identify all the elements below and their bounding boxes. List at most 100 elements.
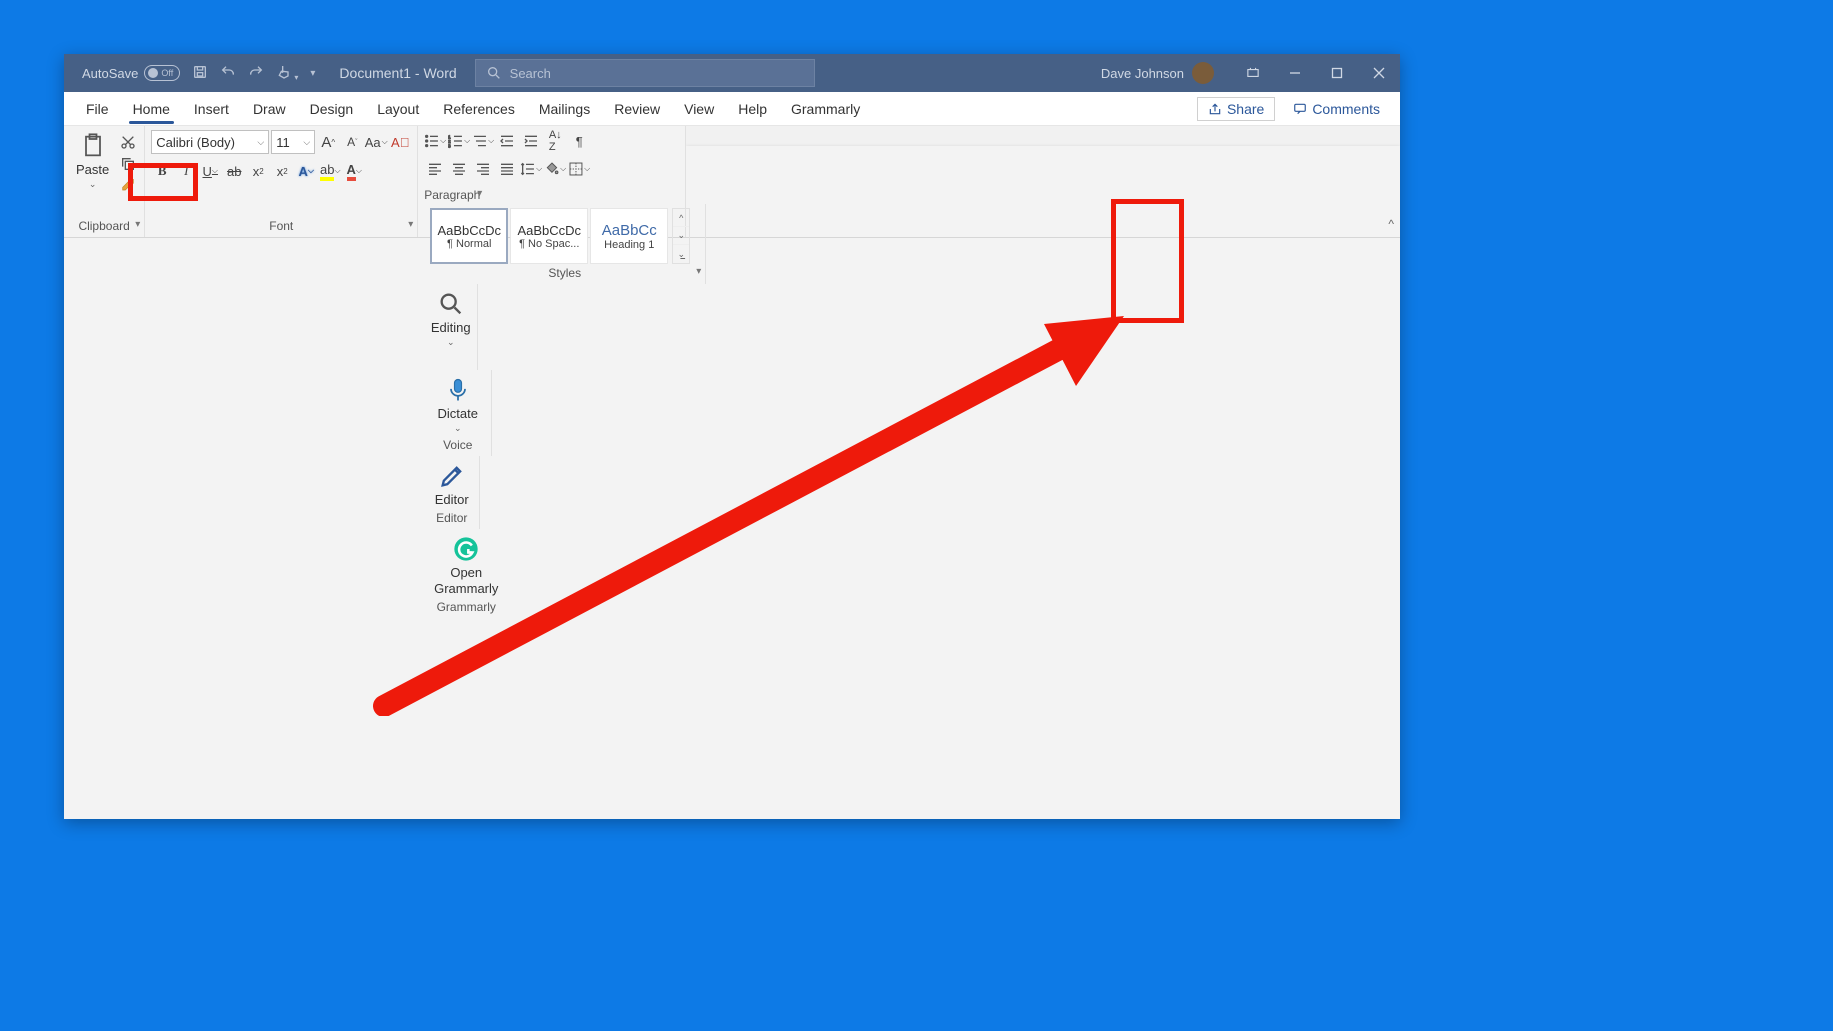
document-canvas[interactable] [686,126,1400,146]
dictate-button[interactable]: Dictate ⌄ [432,374,484,436]
ribbon: Paste ⌄ Clipboard ▾ Calibri (Body)⌵ 11⌵ A… [64,126,1400,238]
styles-scroll-down[interactable]: ⌄ [673,227,689,245]
tab-references[interactable]: References [431,92,527,126]
font-size-combo[interactable]: 11⌵ [271,130,315,154]
styles-dialog-launcher[interactable]: ▾ [696,266,701,277]
paragraph-group-label: Paragraph [424,188,480,202]
search-box[interactable] [475,59,815,87]
word-app-window: AutoSave Off ▾ ▾ Document1 - Word Dave J… [64,54,1400,819]
strikethrough-button[interactable]: ab [223,160,245,182]
search-icon [486,65,502,81]
svg-text:3: 3 [448,144,451,149]
bullets-icon[interactable]: ⌵ [424,130,446,152]
avatar[interactable] [1192,62,1214,84]
decrease-indent-icon[interactable] [496,130,518,152]
autosave-toggle[interactable]: AutoSave Off [82,65,180,81]
paste-button[interactable]: Paste ⌄ [70,130,115,192]
close-button[interactable] [1358,54,1400,92]
align-right-icon[interactable] [472,158,494,180]
annotation-arrow [364,296,1154,716]
tab-grammarly[interactable]: Grammarly [779,92,872,126]
change-case-icon[interactable]: Aa⌵ [365,131,387,153]
style-heading1[interactable]: AaBbCc Heading 1 [590,208,668,264]
share-button[interactable]: Share [1197,97,1275,121]
underline-button[interactable]: U⌵ [199,160,221,182]
italic-button[interactable]: I [175,160,197,182]
superscript-button[interactable]: x2 [271,160,293,182]
comments-button[interactable]: Comments [1283,98,1390,120]
shading-icon[interactable]: ⌵ [544,158,566,180]
clear-formatting-icon[interactable]: A⃠ [389,131,411,153]
tab-file[interactable]: File [74,92,121,126]
undo-icon[interactable] [220,64,236,83]
pen-icon [438,462,466,490]
borders-icon[interactable]: ⌵ [568,158,590,180]
editing-button[interactable]: Editing ⌄ [425,288,477,350]
grammarly-group-label: Grammarly [437,600,496,614]
subscript-button[interactable]: x2 [247,160,269,182]
tab-review[interactable]: Review [602,92,672,126]
editor-group-label: Editor [436,511,467,525]
customize-qat-icon[interactable]: ▾ [310,68,315,79]
line-spacing-icon[interactable]: ⌵ [520,158,542,180]
open-grammarly-button[interactable]: Open Grammarly [428,533,504,598]
text-effects-icon[interactable]: A⌵ [295,160,317,182]
increase-indent-icon[interactable] [520,130,542,152]
annotation-dictate-box [1111,199,1184,323]
grow-font-icon[interactable]: A^ [317,131,339,153]
document-title: Document1 - Word [339,65,456,81]
microphone-icon [444,376,472,404]
multilevel-list-icon[interactable]: ⌵ [472,130,494,152]
minimize-button[interactable] [1274,54,1316,92]
tab-help[interactable]: Help [726,92,779,126]
tab-view[interactable]: View [672,92,726,126]
shrink-font-icon[interactable]: Aˇ [341,131,363,153]
maximize-button[interactable] [1316,54,1358,92]
tab-layout[interactable]: Layout [365,92,431,126]
clipboard-group-label: Clipboard [78,219,129,233]
align-center-icon[interactable] [448,158,470,180]
style-normal[interactable]: AaBbCcDc ¶ Normal [430,208,508,264]
font-dialog-launcher[interactable]: ▾ [408,219,413,230]
style-no-spacing[interactable]: AaBbCcDc ¶ No Spac... [510,208,588,264]
format-painter-icon[interactable] [118,176,138,196]
magnifier-icon [437,290,465,318]
show-paragraph-marks-icon[interactable]: ¶ [568,130,590,152]
font-name-combo[interactable]: Calibri (Body)⌵ [151,130,269,154]
bold-button[interactable]: B [151,160,173,182]
ribbon-display-icon[interactable] [1232,54,1274,92]
search-input[interactable] [510,66,804,81]
redo-icon[interactable] [248,64,264,83]
align-left-icon[interactable] [424,158,446,180]
save-icon[interactable] [192,64,208,83]
sort-icon[interactable]: A↓Z [544,130,566,152]
numbering-icon[interactable]: 123⌵ [448,130,470,152]
clipboard-dialog-launcher[interactable]: ▾ [135,219,140,230]
touch-mode-icon[interactable]: ▾ [276,64,298,83]
autosave-label: AutoSave [82,66,138,81]
comments-icon [1293,102,1307,116]
voice-group-label: Voice [443,438,472,452]
font-color-icon[interactable]: A⌵ [343,160,365,182]
styles-expand[interactable]: ⌄̲ [673,245,689,263]
tab-design[interactable]: Design [298,92,366,126]
ribbon-tabs: File Home Insert Draw Design Layout Refe… [64,92,1400,126]
cut-icon[interactable] [118,132,138,152]
copy-icon[interactable] [118,154,138,174]
highlight-color-icon[interactable]: ab⌵ [319,160,341,182]
tab-insert[interactable]: Insert [182,92,241,126]
tab-mailings[interactable]: Mailings [527,92,602,126]
share-icon [1208,102,1222,116]
tab-draw[interactable]: Draw [241,92,298,126]
font-group-label: Font [269,219,293,233]
paragraph-dialog-launcher[interactable]: ▾ [477,188,482,199]
grammarly-icon [452,535,480,563]
styles-scroll-up[interactable]: ^ [673,209,689,227]
titlebar: AutoSave Off ▾ ▾ Document1 - Word Dave J… [64,54,1400,92]
styles-group-label: Styles [548,266,581,280]
tab-home[interactable]: Home [121,92,182,126]
justify-icon[interactable] [496,158,518,180]
editor-button[interactable]: Editor [429,460,475,509]
user-name[interactable]: Dave Johnson [1101,66,1184,81]
collapse-ribbon-icon[interactable]: ^ [1388,217,1394,231]
